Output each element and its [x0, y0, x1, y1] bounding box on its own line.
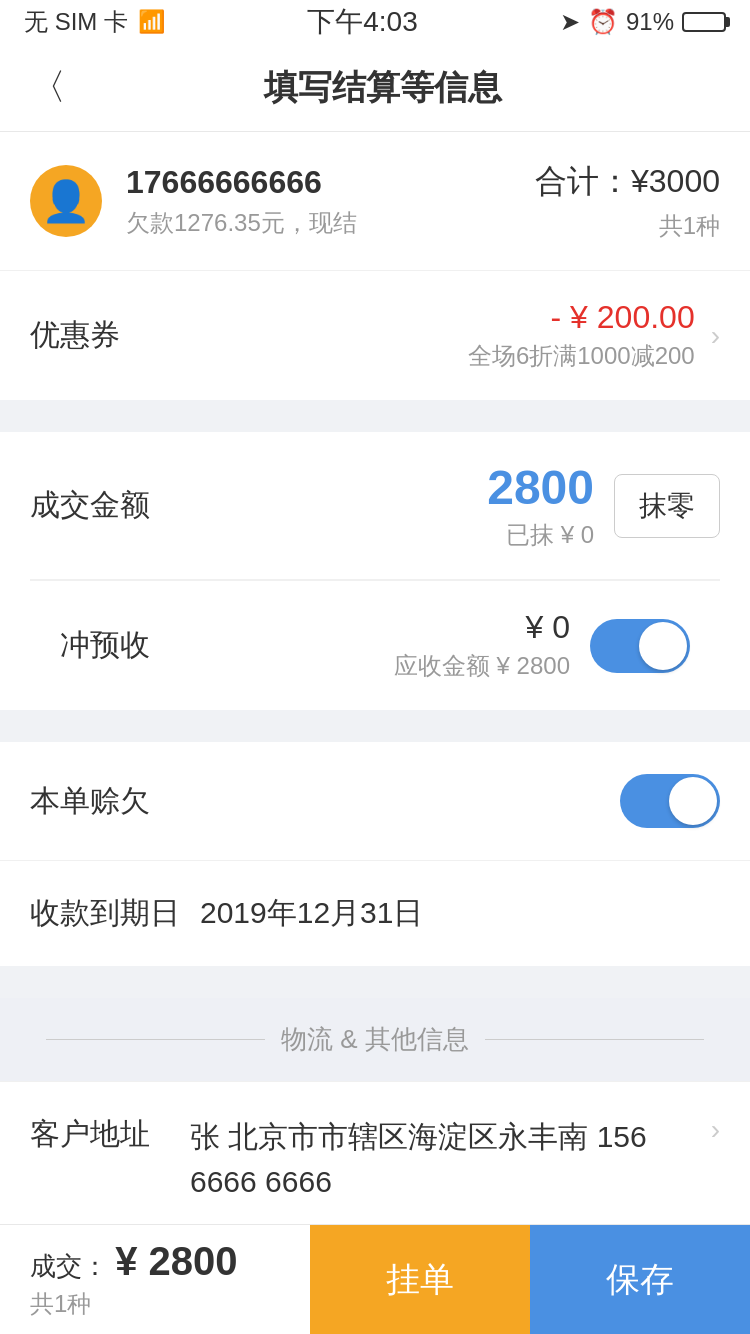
due-date-label: 收款到期日	[30, 893, 180, 934]
address-row[interactable]: 客户地址 张 北京市市辖区海淀区永丰南 156 6666 6666 ›	[0, 1081, 750, 1236]
status-left: 无 SIM 卡 📶	[24, 6, 165, 38]
deal-amount-value: 2800	[190, 460, 594, 515]
page-title: 填写结算等信息	[86, 65, 680, 111]
content-area: 👤 17666666666 欠款1276.35元，现结 合计：¥3000 共1种…	[0, 132, 750, 1334]
battery-percent: 91%	[626, 8, 674, 36]
divider-1	[0, 416, 750, 432]
save-button-label: 保存	[606, 1257, 674, 1303]
chong-sub: 应收金额 ¥ 2800	[394, 650, 570, 682]
bottom-bar: 成交： ¥ 2800 共1种 挂单 保存	[0, 1224, 750, 1334]
chong-row: 冲预收 ¥ 0 应收金额 ¥ 2800	[30, 580, 720, 710]
customer-phone: 17666666666	[126, 164, 535, 201]
deal-amount-note: 已抹 ¥ 0	[190, 519, 594, 551]
bottom-count: 共1种	[30, 1288, 280, 1320]
coupon-amount: - ¥ 200.00	[551, 299, 695, 336]
due-date-row: 收款到期日 2019年12月31日	[0, 860, 750, 966]
coupon-right: - ¥ 200.00 全场6折满1000减200	[120, 299, 695, 372]
chong-amount: ¥ 0	[526, 609, 570, 646]
debt-label: 本单赊欠	[30, 781, 620, 822]
chong-label: 冲预收	[60, 625, 150, 666]
hang-button-label: 挂单	[386, 1257, 454, 1303]
coupon-desc: 全场6折满1000减200	[468, 340, 695, 372]
toggle-thumb	[639, 622, 687, 670]
debt-row: 本单赊欠	[0, 742, 750, 860]
battery-icon	[682, 12, 726, 32]
logistics-section-header: 物流 & 其他信息	[0, 998, 750, 1081]
customer-row: 👤 17666666666 欠款1276.35元，现结 合计：¥3000 共1种	[0, 132, 750, 270]
address-chevron-icon: ›	[711, 1114, 720, 1146]
bottom-deal-label: 成交：	[30, 1251, 108, 1281]
customer-info: 17666666666 欠款1276.35元，现结	[126, 164, 535, 239]
deal-amount-row: 成交金额 2800 已抹 ¥ 0 抹零	[30, 432, 720, 580]
due-date-value: 2019年12月31日	[200, 893, 423, 934]
amount-section: 成交金额 2800 已抹 ¥ 0 抹零 冲预收 ¥ 0 应收金额 ¥ 2800	[0, 432, 750, 710]
address-label: 客户地址	[30, 1114, 190, 1155]
total-value: ¥3000	[631, 163, 720, 199]
logistics-label: 物流 & 其他信息	[281, 1022, 469, 1057]
customer-card: 👤 17666666666 欠款1276.35元，现结 合计：¥3000 共1种…	[0, 132, 750, 400]
coupon-row[interactable]: 优惠券 - ¥ 200.00 全场6折满1000减200 ›	[0, 270, 750, 400]
deal-amount-value-area: 2800 已抹 ¥ 0	[190, 460, 594, 551]
status-right: ➤ ⏰ 91%	[560, 8, 726, 36]
chong-right: ¥ 0 应收金额 ¥ 2800	[150, 609, 570, 682]
deal-amount-label: 成交金额	[30, 485, 190, 526]
status-bar: 无 SIM 卡 📶 下午4:03 ➤ ⏰ 91%	[0, 0, 750, 44]
customer-debt: 欠款1276.35元，现结	[126, 207, 535, 239]
status-time: 下午4:03	[307, 3, 418, 41]
location-icon: ➤	[560, 8, 580, 36]
avatar: 👤	[30, 165, 102, 237]
avatar-icon: 👤	[41, 178, 91, 225]
round-zero-button[interactable]: 抹零	[614, 474, 720, 538]
hang-button[interactable]: 挂单	[310, 1225, 530, 1335]
total-label: 合计：	[535, 163, 631, 199]
back-button[interactable]: 〈	[30, 63, 86, 112]
chevron-right-icon: ›	[711, 320, 720, 352]
bottom-deal: 成交： ¥ 2800	[30, 1239, 280, 1284]
debt-section: 本单赊欠 收款到期日 2019年12月31日	[0, 742, 750, 966]
nav-bar: 〈 填写结算等信息	[0, 44, 750, 132]
address-value: 张 北京市市辖区海淀区永丰南 156 6666 6666	[190, 1114, 695, 1204]
debt-toggle[interactable]	[620, 774, 720, 828]
save-button[interactable]: 保存	[530, 1225, 750, 1335]
coupon-label: 优惠券	[30, 315, 120, 356]
divider-3	[0, 982, 750, 998]
clock-icon: ⏰	[588, 8, 618, 36]
total-amount: 合计：¥3000	[535, 160, 720, 204]
address-card: 客户地址 张 北京市市辖区海淀区永丰南 156 6666 6666 ›	[0, 1081, 750, 1236]
total-count: 共1种	[535, 210, 720, 242]
bottom-deal-amount: ¥ 2800	[115, 1239, 237, 1283]
wifi-icon: 📶	[138, 9, 165, 35]
customer-total: 合计：¥3000 共1种	[535, 160, 720, 242]
divider-2	[0, 726, 750, 742]
debt-toggle-thumb	[669, 777, 717, 825]
chong-toggle[interactable]	[590, 619, 690, 673]
bottom-summary: 成交： ¥ 2800 共1种	[0, 1239, 310, 1320]
sim-label: 无 SIM 卡	[24, 6, 128, 38]
